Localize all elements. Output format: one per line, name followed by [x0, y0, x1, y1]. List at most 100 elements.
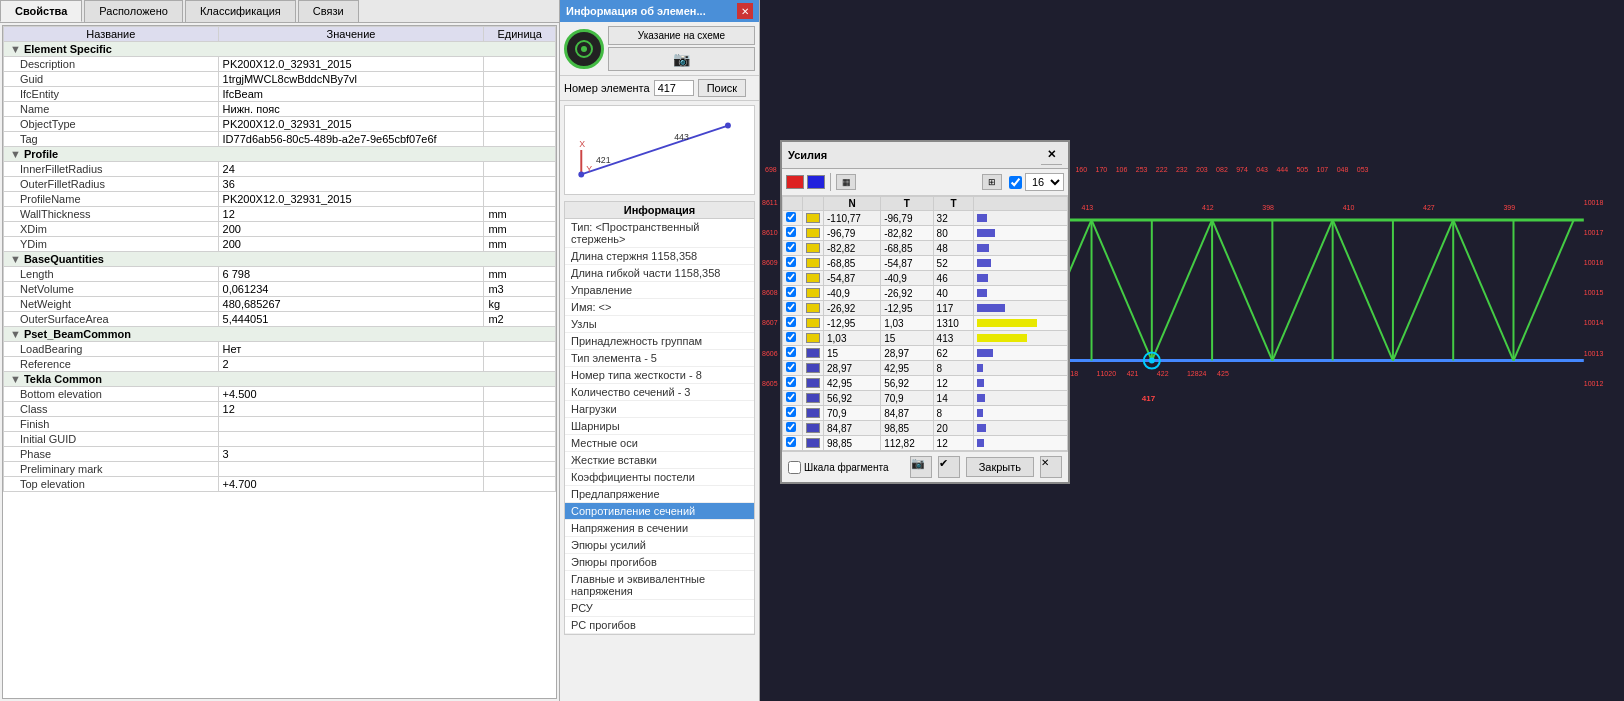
tab-location[interactable]: Расположено [84, 0, 183, 22]
prop-unit [484, 132, 556, 147]
row-check[interactable] [783, 421, 803, 436]
row-check[interactable] [783, 241, 803, 256]
svg-text:974: 974 [1236, 166, 1248, 173]
scheme-button[interactable]: Указание на схеме [608, 26, 755, 45]
element-number-input[interactable] [654, 80, 694, 96]
info-link-item[interactable]: Количество сечений - 3 [565, 384, 754, 401]
prop-unit [484, 72, 556, 87]
row-check[interactable] [783, 406, 803, 421]
dialog-checkbox[interactable] [1009, 176, 1022, 189]
info-link-item[interactable]: Длина гибкой части 1158,358 [565, 265, 754, 282]
tab-properties[interactable]: Свойства [0, 0, 82, 22]
info-link-item[interactable]: Предлапряжение [565, 486, 754, 503]
layout-icon[interactable]: ⊞ [982, 174, 1002, 190]
info-close-button[interactable]: ✕ [737, 3, 753, 19]
row-check[interactable] [783, 346, 803, 361]
info-link-item[interactable]: Узлы [565, 316, 754, 333]
table-row: Preliminary mark [4, 462, 556, 477]
info-link-item[interactable]: Местные оси [565, 435, 754, 452]
row-check[interactable] [783, 436, 803, 451]
info-link-item[interactable]: Тип: <Пространственный стержень> [565, 219, 754, 248]
info-link-item[interactable]: РСУ [565, 600, 754, 617]
row-v2: 70,9 [881, 391, 933, 406]
camera-button[interactable]: 📷 [608, 47, 755, 71]
info-link-item[interactable]: Длина стержня 1158,358 [565, 248, 754, 265]
footer-check-btn[interactable]: ✔ [938, 456, 960, 478]
row-check[interactable] [783, 376, 803, 391]
prop-value: IfcBeam [218, 87, 484, 102]
info-link-item[interactable]: Принадлежность группам [565, 333, 754, 350]
row-check[interactable] [783, 286, 803, 301]
prop-name: WallThickness [4, 207, 219, 222]
prop-unit: mm [484, 222, 556, 237]
info-link-item[interactable]: Имя: <> [565, 299, 754, 316]
row-v1: -12,95 [824, 316, 881, 331]
prop-unit [484, 57, 556, 72]
color-blue-button[interactable] [807, 175, 825, 189]
info-link-item[interactable]: РС прогибов [565, 617, 754, 634]
row-check[interactable] [783, 331, 803, 346]
rows-dropdown[interactable]: 16 8 32 [1025, 173, 1064, 191]
row-v1: 15 [824, 346, 881, 361]
table-row: ObjectType PK200X12.0_32931_2015 [4, 117, 556, 132]
info-link-item[interactable]: Жесткие вставки [565, 452, 754, 469]
row-check[interactable] [783, 316, 803, 331]
grid-icon[interactable]: ▦ [836, 174, 856, 190]
svg-text:10016: 10016 [1584, 259, 1604, 266]
row-check[interactable] [783, 256, 803, 271]
footer-icon-btn[interactable]: 📷 [910, 456, 932, 478]
prop-name: Length [4, 267, 219, 282]
row-color [803, 331, 824, 346]
info-link-item[interactable]: Тип элемента - 5 [565, 350, 754, 367]
svg-line-64 [1272, 220, 1332, 361]
info-link-item[interactable]: Эпюры прогибов [565, 554, 754, 571]
prop-value: 12 [218, 402, 484, 417]
color-red-button[interactable] [786, 175, 804, 189]
scale-check-input[interactable] [788, 461, 801, 474]
tab-links[interactable]: Связи [298, 0, 359, 22]
row-check[interactable] [783, 271, 803, 286]
search-button[interactable]: Поиск [698, 79, 746, 97]
info-link-item[interactable]: Номер типа жесткости - 8 [565, 367, 754, 384]
row-check[interactable] [783, 226, 803, 241]
row-check[interactable] [783, 211, 803, 226]
info-link-item[interactable]: Напряжения в сечении [565, 520, 754, 537]
prop-unit [484, 162, 556, 177]
prop-name: OuterFilletRadius [4, 177, 219, 192]
prop-unit [484, 192, 556, 207]
info-link-item[interactable]: Сопротивление сечений [565, 503, 754, 520]
prop-unit [484, 117, 556, 132]
row-check[interactable] [783, 361, 803, 376]
row-v3: 8 [933, 361, 974, 376]
row-v3: 12 [933, 436, 974, 451]
row-check[interactable] [783, 301, 803, 316]
tab-classification[interactable]: Классификация [185, 0, 296, 22]
info-link-item[interactable]: Управление [565, 282, 754, 299]
info-link-item[interactable]: Главные и эквивалентные напряжения [565, 571, 754, 600]
prop-value: 200 [218, 237, 484, 252]
row-color [803, 436, 824, 451]
row-v2: 1,03 [881, 316, 933, 331]
usilia-close-x[interactable]: ✕ [1041, 145, 1062, 165]
scale-checkbox[interactable]: Шкала фрагмента [788, 461, 888, 474]
close-button[interactable]: Закрыть [966, 457, 1034, 477]
info-link-item[interactable]: Шарниры [565, 418, 754, 435]
svg-text:443: 443 [674, 132, 689, 142]
row-check[interactable] [783, 391, 803, 406]
prop-name: Preliminary mark [4, 462, 219, 477]
info-link-item[interactable]: Эпюры усилий [565, 537, 754, 554]
footer-x-btn[interactable]: ✕ [1040, 456, 1062, 478]
svg-line-67 [1453, 220, 1513, 361]
row-color [803, 376, 824, 391]
info-link-item[interactable]: Коэффициенты постели [565, 469, 754, 486]
row-color [803, 346, 824, 361]
svg-text:160: 160 [1075, 166, 1087, 173]
row-v3: 12 [933, 376, 974, 391]
row-v3: 1310 [933, 316, 974, 331]
group-name: ▼Tekla Common [4, 372, 556, 387]
svg-text:X: X [579, 139, 585, 149]
info-link-item[interactable]: Нагрузки [565, 401, 754, 418]
svg-text:8611: 8611 [762, 199, 778, 206]
col-header-unit: Единица [484, 27, 556, 42]
row-v2: -68,85 [881, 241, 933, 256]
